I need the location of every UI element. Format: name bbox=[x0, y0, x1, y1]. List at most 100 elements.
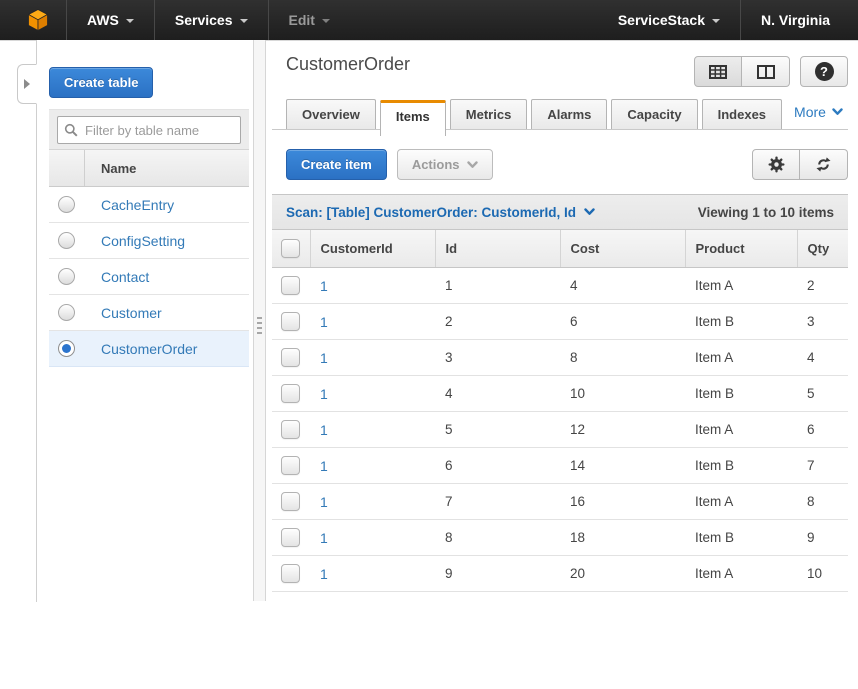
chevron-down-icon bbox=[467, 160, 479, 169]
customer-id-link[interactable]: 1 bbox=[320, 494, 328, 510]
split-view-button[interactable] bbox=[742, 56, 790, 87]
search-icon bbox=[64, 123, 78, 137]
row-checkbox[interactable] bbox=[281, 384, 300, 403]
table-select-radio[interactable] bbox=[58, 232, 75, 249]
item-row: 1 2 6 Item B3 bbox=[272, 303, 848, 340]
row-checkbox[interactable] bbox=[281, 312, 300, 331]
nav-aws-menu[interactable]: AWS bbox=[67, 0, 154, 40]
items-table-header-row: CustomerId Id Cost Product Qty bbox=[272, 230, 848, 268]
scan-query-toggle[interactable]: Scan: [Table] CustomerOrder: CustomerId,… bbox=[286, 205, 595, 220]
table-name-link[interactable]: ConfigSetting bbox=[101, 233, 185, 249]
create-table-button[interactable]: Create table bbox=[49, 67, 154, 98]
caret-down-icon bbox=[321, 19, 330, 23]
customer-id-link[interactable]: 1 bbox=[320, 350, 328, 366]
customer-id-link[interactable]: 1 bbox=[320, 566, 328, 582]
cell-id: 2 bbox=[435, 303, 560, 340]
settings-button[interactable] bbox=[752, 149, 800, 180]
item-row: 1 3 8 Item A4 bbox=[272, 339, 848, 376]
table-filter-input[interactable] bbox=[83, 121, 234, 139]
cell-id: 5 bbox=[435, 411, 560, 448]
cell-cost: 10 bbox=[560, 375, 685, 412]
cell-cost: 8 bbox=[560, 339, 685, 376]
cell-product: Item B bbox=[685, 375, 797, 412]
create-item-button[interactable]: Create item bbox=[286, 149, 387, 180]
table-list-row-configsetting[interactable]: ConfigSetting bbox=[49, 223, 249, 259]
customer-id-link[interactable]: 1 bbox=[320, 458, 328, 474]
actions-dropdown-button[interactable]: Actions bbox=[396, 149, 494, 180]
column-header-product[interactable]: Product bbox=[684, 230, 797, 268]
tab-alarms[interactable]: Alarms bbox=[531, 99, 608, 129]
nav-services-menu[interactable]: Services bbox=[155, 0, 268, 40]
refresh-button[interactable] bbox=[800, 149, 848, 180]
table-select-radio[interactable] bbox=[58, 268, 75, 285]
row-checkbox[interactable] bbox=[281, 492, 300, 511]
nav-edit-menu[interactable]: Edit bbox=[269, 0, 350, 40]
table-name-link[interactable]: Customer bbox=[101, 305, 162, 321]
table-select-radio[interactable] bbox=[58, 340, 75, 357]
tab-capacity[interactable]: Capacity bbox=[611, 99, 698, 129]
customer-id-link[interactable]: 1 bbox=[320, 386, 328, 402]
radio-dot bbox=[62, 344, 71, 353]
cell-cost: 14 bbox=[560, 447, 685, 484]
cell-qty: 8 bbox=[797, 483, 848, 520]
tab-indexes[interactable]: Indexes bbox=[701, 99, 783, 129]
customer-id-link[interactable]: 1 bbox=[320, 278, 328, 294]
nav-account-menu[interactable]: ServiceStack bbox=[598, 0, 740, 40]
column-header-customerid[interactable]: CustomerId bbox=[309, 230, 435, 268]
table-list-header: Name bbox=[49, 149, 249, 187]
more-tabs-menu[interactable]: More bbox=[794, 104, 843, 120]
customer-id-link[interactable]: 1 bbox=[320, 530, 328, 546]
help-button[interactable]: ? bbox=[800, 56, 848, 87]
nav-region-menu[interactable]: N. Virginia bbox=[741, 0, 850, 40]
row-checkbox[interactable] bbox=[281, 348, 300, 367]
table-list: CacheEntry ConfigSetting Contact Customer Cu… bbox=[49, 187, 249, 367]
caret-down-icon bbox=[125, 19, 134, 23]
tab-overview[interactable]: Overview bbox=[286, 99, 376, 129]
refresh-icon bbox=[816, 157, 831, 172]
customer-id-link[interactable]: 1 bbox=[320, 314, 328, 330]
cell-cost: 12 bbox=[560, 411, 685, 448]
customer-id-link[interactable]: 1 bbox=[320, 422, 328, 438]
panel-resize-handle[interactable] bbox=[253, 40, 266, 601]
column-header-qty[interactable]: Qty bbox=[796, 230, 848, 268]
cell-qty: 7 bbox=[797, 447, 848, 484]
items-table: CustomerId Id Cost Product Qty 1 1 4 Item A2126… bbox=[272, 230, 848, 592]
table-list-row-customerorder[interactable]: CustomerOrder bbox=[49, 331, 249, 367]
tab-metrics[interactable]: Metrics bbox=[449, 99, 528, 129]
cell-product: Item A bbox=[685, 339, 797, 376]
grid-view-icon bbox=[709, 64, 727, 79]
row-checkbox[interactable] bbox=[281, 456, 300, 475]
name-column-header[interactable]: Name bbox=[85, 150, 136, 186]
cell-qty: 4 bbox=[797, 339, 848, 376]
row-checkbox[interactable] bbox=[281, 564, 300, 583]
tab-items[interactable]: Items bbox=[379, 100, 446, 136]
table-name-link[interactable]: CustomerOrder bbox=[101, 341, 197, 357]
table-list-row-customer[interactable]: Customer bbox=[49, 295, 249, 331]
cell-id: 3 bbox=[435, 339, 560, 376]
cell-product: Item B bbox=[685, 303, 797, 340]
question-mark-icon: ? bbox=[814, 62, 834, 81]
grid-view-button[interactable] bbox=[694, 56, 742, 87]
cell-customerid: 1 bbox=[310, 267, 435, 304]
aws-logo-icon[interactable] bbox=[28, 9, 48, 31]
column-header-id[interactable]: Id bbox=[434, 230, 560, 268]
row-checkbox-cell bbox=[272, 447, 310, 484]
sidebar-collapse-toggle[interactable] bbox=[17, 64, 37, 104]
cell-customerid: 1 bbox=[310, 519, 435, 556]
table-select-radio[interactable] bbox=[58, 304, 75, 321]
table-select-radio[interactable] bbox=[58, 196, 75, 213]
row-checkbox-cell bbox=[272, 375, 310, 412]
row-checkbox-cell bbox=[272, 519, 310, 556]
nav-region-label: N. Virginia bbox=[761, 12, 830, 28]
caret-down-icon bbox=[239, 19, 248, 23]
row-checkbox[interactable] bbox=[281, 420, 300, 439]
row-checkbox[interactable] bbox=[281, 528, 300, 547]
row-checkbox[interactable] bbox=[281, 276, 300, 295]
row-checkbox-cell bbox=[272, 555, 310, 592]
column-header-cost[interactable]: Cost bbox=[559, 230, 685, 268]
table-name-link[interactable]: Contact bbox=[101, 269, 149, 285]
select-all-checkbox[interactable] bbox=[281, 239, 300, 258]
table-list-row-cacheentry[interactable]: CacheEntry bbox=[49, 187, 249, 223]
table-list-row-contact[interactable]: Contact bbox=[49, 259, 249, 295]
table-name-link[interactable]: CacheEntry bbox=[101, 197, 174, 213]
